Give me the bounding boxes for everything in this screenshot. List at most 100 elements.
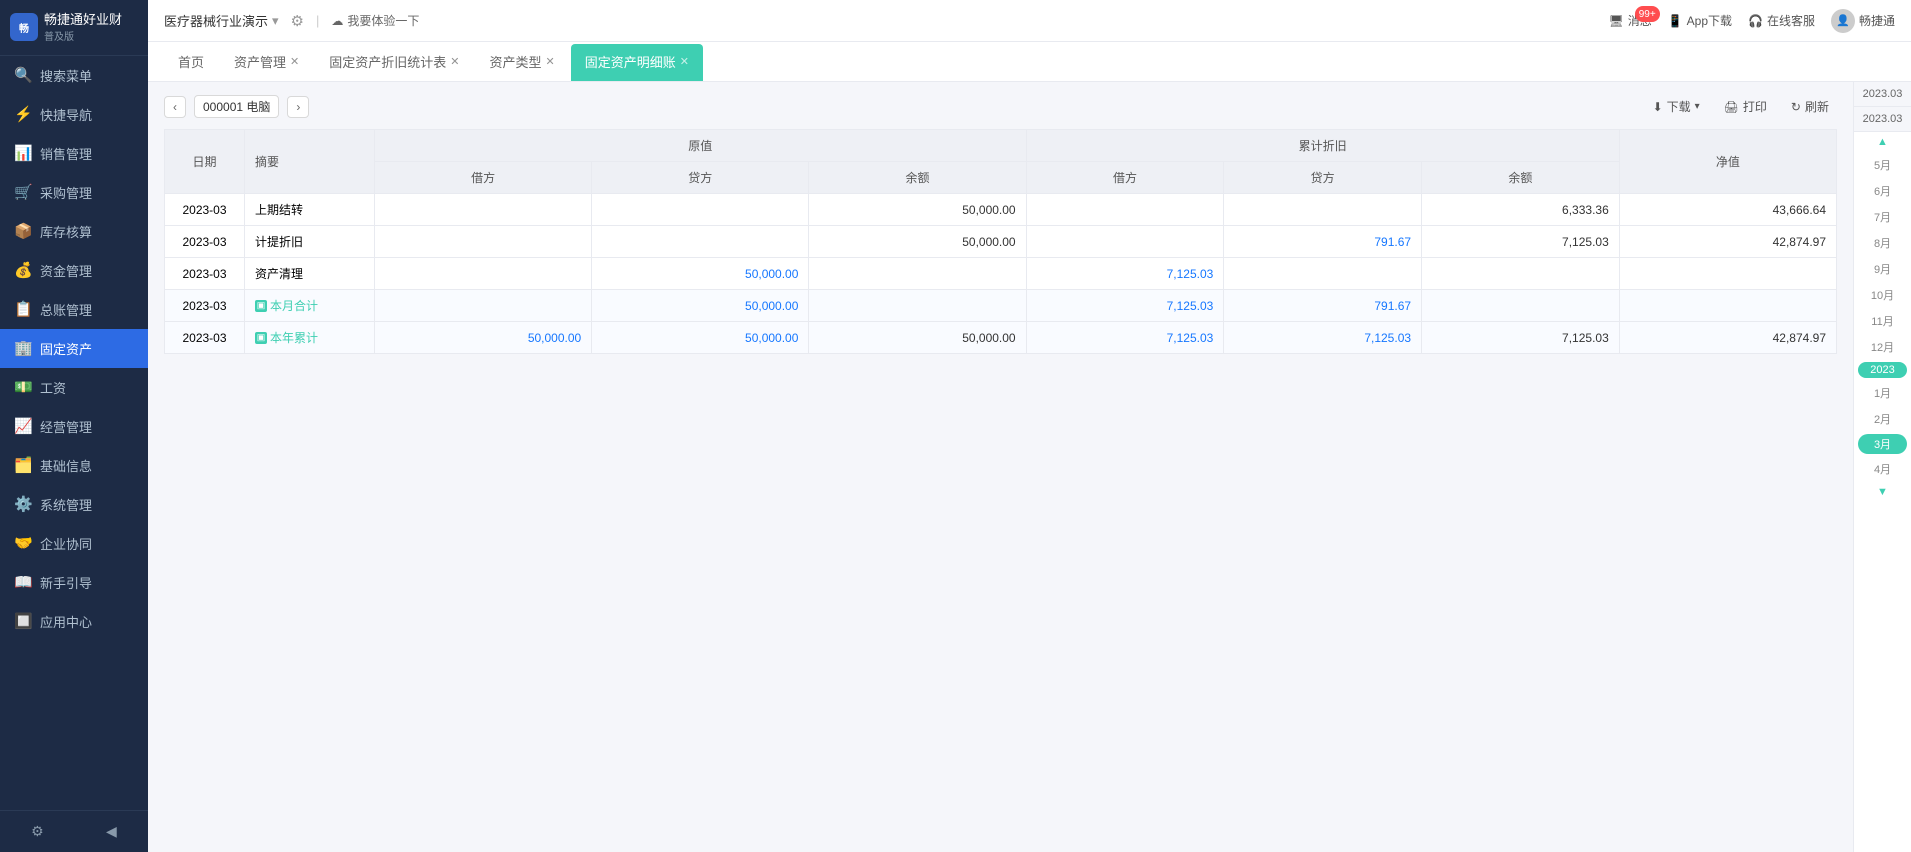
sidebar-item-guide[interactable]: 📖 新手引导: [0, 563, 148, 602]
collab-icon: 🤝: [14, 534, 32, 552]
cell-accum-debit: 7,125.03: [1026, 258, 1224, 290]
next-asset-button[interactable]: ›: [287, 96, 309, 118]
tab-asset-detail[interactable]: 固定资产明细账 ✕: [571, 44, 703, 81]
download-button[interactable]: 📱 App下载: [1668, 12, 1732, 29]
close-icon[interactable]: ✕: [546, 55, 555, 68]
cell-net-value: 43,666.64: [1619, 194, 1836, 226]
print-button[interactable]: 🖨 打印: [1716, 94, 1775, 119]
print-icon: 🖨: [1724, 100, 1739, 114]
timeline-down-button[interactable]: ▼: [1854, 482, 1911, 502]
sidebar-item-label: 快捷导航: [40, 105, 92, 124]
operations-icon: 📈: [14, 417, 32, 435]
timeline-8[interactable]: 8月: [1854, 230, 1911, 256]
topbar-right: 🖥 消息 99+ 📱 App下载 🎧 在线客服 👤 畅捷通: [1608, 9, 1895, 33]
tab-home[interactable]: 首页: [164, 44, 218, 81]
close-icon[interactable]: ✕: [680, 55, 689, 68]
timeline-11[interactable]: 11月: [1854, 308, 1911, 334]
timeline-year-2023[interactable]: 2023: [1858, 362, 1907, 378]
timeline-7[interactable]: 7月: [1854, 204, 1911, 230]
cell-orig-credit: [592, 226, 809, 258]
sidebar-item-operations[interactable]: 📈 经营管理: [0, 407, 148, 446]
sidebar-item-label: 搜索菜单: [40, 66, 92, 85]
tab-asset-mgmt[interactable]: 资产管理 ✕: [220, 44, 313, 81]
collapse-button[interactable]: ◀: [98, 819, 125, 844]
sidebar-item-search[interactable]: 🔍 搜索菜单: [0, 56, 148, 95]
tab-asset-type[interactable]: 资产类型 ✕: [475, 44, 568, 81]
header-orig-balance: 余额: [809, 162, 1026, 194]
sidebar-item-fixed[interactable]: 🏢 固定资产: [0, 329, 148, 368]
sidebar-item-capital[interactable]: 💰 资金管理: [0, 251, 148, 290]
sidebar-item-purchase[interactable]: 🛒 采购管理: [0, 173, 148, 212]
cell-accum-debit: [1026, 226, 1224, 258]
refresh-icon: ↻: [1791, 100, 1801, 114]
sidebar-item-label: 销售管理: [40, 144, 92, 163]
tab-depreciation-stats[interactable]: 固定资产折旧统计表 ✕: [315, 44, 473, 81]
sidebar-item-label: 固定资产: [40, 339, 92, 358]
company-selector[interactable]: 医疗器械行业演示 ▾: [164, 11, 279, 30]
gear-icon[interactable]: ⚙: [291, 12, 304, 30]
sidebar-item-basic[interactable]: 🗂️ 基础信息: [0, 446, 148, 485]
experience-button[interactable]: ☁ 我要体验一下: [331, 12, 419, 29]
timeline-2[interactable]: 2月: [1854, 406, 1911, 432]
cell-accum-debit: 7,125.03: [1026, 290, 1224, 322]
sidebar-item-label: 工资: [40, 378, 66, 397]
cell-summary: 上期结转: [245, 194, 375, 226]
cell-date: 2023-03: [165, 226, 245, 258]
sidebar-item-apps[interactable]: 🔲 应用中心: [0, 602, 148, 641]
timeline-10[interactable]: 10月: [1854, 282, 1911, 308]
settings-button[interactable]: ⚙: [23, 819, 52, 844]
sidebar-item-collab[interactable]: 🤝 企业协同: [0, 524, 148, 563]
cell-date: 2023-03: [165, 290, 245, 322]
timeline-9[interactable]: 9月: [1854, 256, 1911, 282]
timeline-5[interactable]: 5月: [1854, 152, 1911, 178]
close-icon[interactable]: ✕: [290, 55, 299, 68]
timeline-4[interactable]: 4月: [1854, 456, 1911, 482]
timeline-1[interactable]: 1月: [1854, 380, 1911, 406]
cell-accum-credit: [1224, 194, 1422, 226]
download-button[interactable]: ⬇ 下载 ▾: [1645, 94, 1708, 119]
sidebar-item-salary[interactable]: 💵 工资: [0, 368, 148, 407]
cell-orig-balance: [809, 290, 1026, 322]
refresh-button[interactable]: ↻ 刷新: [1783, 94, 1837, 119]
cell-net-value: [1619, 258, 1836, 290]
cell-orig-debit: [375, 194, 592, 226]
purchase-icon: 🛒: [14, 183, 32, 201]
cell-orig-debit: 50,000.00: [375, 322, 592, 354]
company-name: 医疗器械行业演示: [164, 11, 268, 30]
content-area: ‹ 000001 电脑 › ⬇ 下载 ▾ 🖨: [148, 82, 1911, 852]
logo-icon: 畅: [10, 13, 38, 41]
sidebar-item-ledger[interactable]: 📋 总账管理: [0, 290, 148, 329]
timeline-12[interactable]: 12月: [1854, 334, 1911, 360]
user-menu[interactable]: 👤 畅捷通: [1831, 9, 1895, 33]
cell-date: 2023-03: [165, 258, 245, 290]
sidebar-item-system[interactable]: ⚙️ 系统管理: [0, 485, 148, 524]
sidebar: 畅 畅捷通好业财 普及版 🔍 搜索菜单 ⚡ 快捷导航 📊 销售管理 🛒 采购管理…: [0, 0, 148, 852]
timeline-3[interactable]: 3月: [1858, 434, 1907, 454]
service-button[interactable]: 🎧 在线客服: [1748, 12, 1815, 29]
cell-accum-balance: 7,125.03: [1422, 226, 1620, 258]
fixed-icon: 🏢: [14, 339, 32, 357]
header-accum-credit: 贷方: [1224, 162, 1422, 194]
chevron-down-icon: ▾: [272, 13, 279, 29]
close-icon[interactable]: ✕: [450, 55, 459, 68]
timeline-6[interactable]: 6月: [1854, 178, 1911, 204]
cell-accum-credit: 791.67: [1224, 290, 1422, 322]
badge-icon: ▣本年累计: [255, 329, 318, 346]
prev-asset-button[interactable]: ‹: [164, 96, 186, 118]
message-button[interactable]: 🖥 消息 99+: [1608, 12, 1651, 29]
sidebar-item-inventory[interactable]: 📦 库存核算: [0, 212, 148, 251]
sidebar-item-label: 经营管理: [40, 417, 92, 436]
timeline-up-button[interactable]: ▲: [1854, 132, 1911, 152]
sidebar-item-label: 库存核算: [40, 222, 92, 241]
cell-orig-credit: 50,000.00: [592, 258, 809, 290]
header-accum-balance: 余额: [1422, 162, 1620, 194]
download-icon: ⬇: [1653, 100, 1663, 114]
search-icon: 🔍: [14, 66, 32, 84]
cell-date: 2023-03: [165, 322, 245, 354]
sidebar-item-quicknav[interactable]: ⚡ 快捷导航: [0, 95, 148, 134]
sidebar-item-sales[interactable]: 📊 销售管理: [0, 134, 148, 173]
header-date: 日期: [165, 130, 245, 194]
cell-summary: 资产清理: [245, 258, 375, 290]
cell-accum-balance: 7,125.03: [1422, 322, 1620, 354]
cell-orig-balance: [809, 258, 1026, 290]
